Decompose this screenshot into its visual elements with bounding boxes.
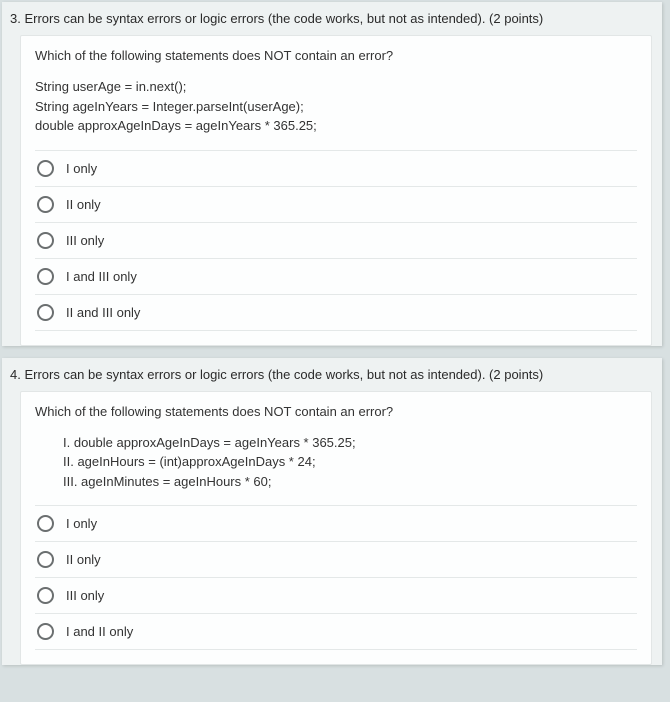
option-label: II only [66, 552, 101, 567]
radio-button[interactable] [37, 515, 54, 532]
option-row[interactable]: II and III only [35, 294, 637, 331]
option-row[interactable]: II only [35, 186, 637, 222]
option-row[interactable]: I and III only [35, 258, 637, 294]
question-4-body: Which of the following statements does N… [20, 391, 652, 666]
option-label: I and II only [66, 624, 133, 639]
option-label: I and III only [66, 269, 137, 284]
question-3-header: 3. Errors can be syntax errors or logic … [2, 2, 662, 35]
question-4: 4. Errors can be syntax errors or logic … [2, 358, 662, 666]
radio-button[interactable] [37, 160, 54, 177]
question-4-code: I. double approxAgeInDays = ageInYears *… [35, 433, 637, 492]
radio-button[interactable] [37, 232, 54, 249]
code-line: II. ageInHours = (int)approxAgeInDays * … [63, 452, 637, 472]
question-4-prompt: Which of the following statements does N… [35, 404, 637, 419]
option-label: II and III only [66, 305, 140, 320]
code-line: String userAge = in.next(); [35, 77, 637, 97]
radio-button[interactable] [37, 268, 54, 285]
option-row[interactable]: III only [35, 222, 637, 258]
option-label: III only [66, 233, 104, 248]
radio-button[interactable] [37, 587, 54, 604]
option-row[interactable]: II only [35, 541, 637, 577]
option-label: II only [66, 197, 101, 212]
code-line: III. ageInMinutes = ageInHours * 60; [63, 472, 637, 492]
question-3: 3. Errors can be syntax errors or logic … [2, 2, 662, 346]
option-row[interactable]: III only [35, 577, 637, 613]
option-label: I only [66, 516, 97, 531]
radio-button[interactable] [37, 551, 54, 568]
radio-button[interactable] [37, 304, 54, 321]
question-3-prompt: Which of the following statements does N… [35, 48, 637, 63]
option-row[interactable]: I and II only [35, 613, 637, 650]
option-label: I only [66, 161, 97, 176]
code-line: double approxAgeInDays = ageInYears * 36… [35, 116, 637, 136]
code-line: I. double approxAgeInDays = ageInYears *… [63, 433, 637, 453]
question-3-body: Which of the following statements does N… [20, 35, 652, 346]
code-line: String ageInYears = Integer.parseInt(use… [35, 97, 637, 117]
radio-button[interactable] [37, 623, 54, 640]
option-label: III only [66, 588, 104, 603]
question-3-code: String userAge = in.next(); String ageIn… [35, 77, 637, 136]
question-4-header: 4. Errors can be syntax errors or logic … [2, 358, 662, 391]
option-row[interactable]: I only [35, 505, 637, 541]
option-row[interactable]: I only [35, 150, 637, 186]
radio-button[interactable] [37, 196, 54, 213]
